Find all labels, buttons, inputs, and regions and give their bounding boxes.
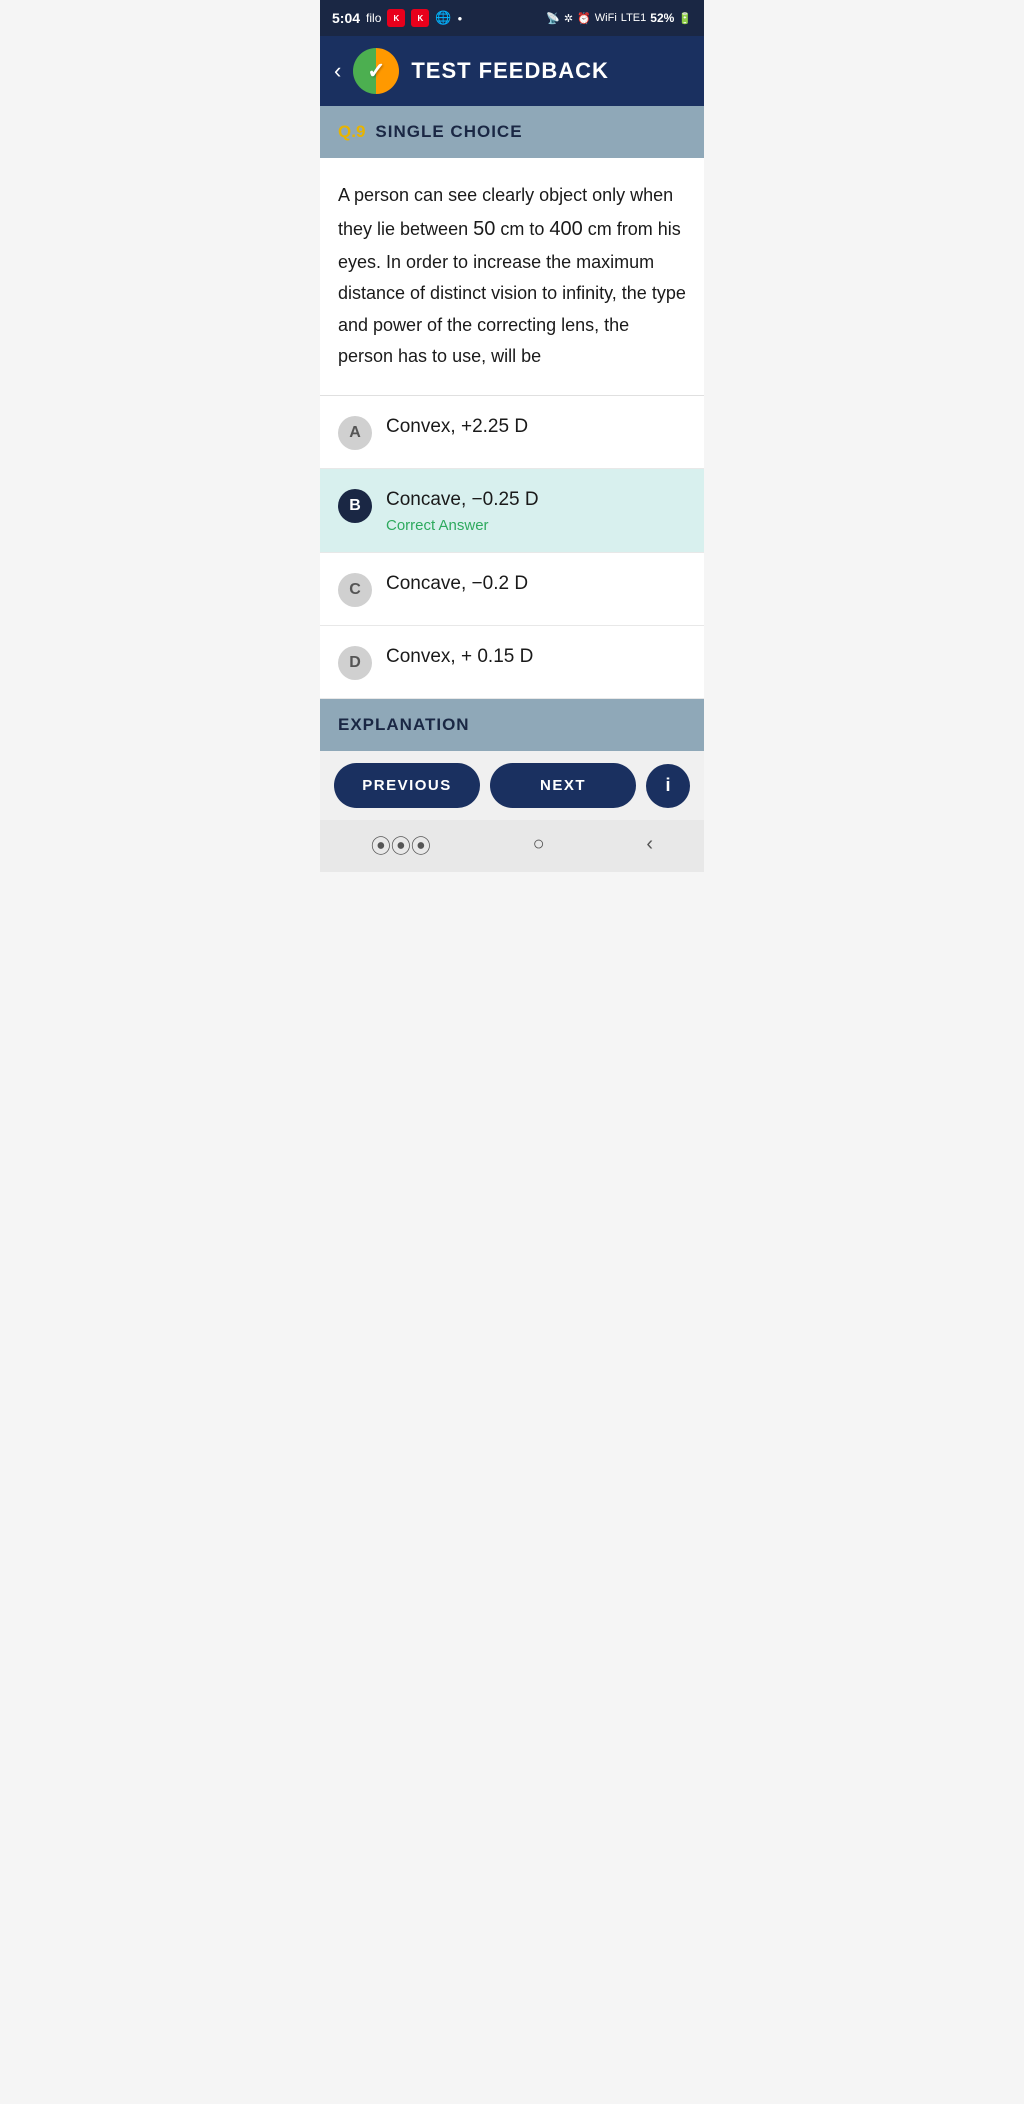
options-container: A Convex, +2.25 D B Concave, −0.25 D Cor…: [320, 396, 704, 700]
info-button[interactable]: i: [646, 764, 690, 808]
question-number: Q.9: [338, 122, 365, 142]
option-content-a: Convex, +2.25 D: [386, 414, 686, 441]
dot-indicator: •: [458, 11, 463, 26]
status-right: 📡 ✲ ⏰ WiFi LTE1 52% 🔋: [546, 11, 692, 25]
option-row-b[interactable]: B Concave, −0.25 D Correct Answer: [320, 469, 704, 554]
question-header: Q.9 SINGLE CHOICE: [320, 106, 704, 158]
question-type: SINGLE CHOICE: [375, 122, 522, 142]
back-system-icon[interactable]: ‹: [646, 833, 653, 856]
option-badge-b: B: [338, 489, 372, 523]
status-app-name: filo: [366, 11, 381, 25]
math-value-2: 400: [549, 218, 582, 240]
cast-icon: 📡: [546, 12, 560, 25]
checkmark-icon: ✓: [367, 58, 385, 84]
app-logo: ✓: [353, 48, 399, 94]
option-text-b: Concave, −0.25 D: [386, 487, 686, 514]
battery-percent: 52%: [650, 11, 674, 25]
option-badge-c: C: [338, 573, 372, 607]
option-row-d[interactable]: D Convex, + 0.15 D: [320, 626, 704, 699]
page-title: TEST FEEDBACK: [411, 58, 609, 84]
battery-icon: 🔋: [678, 12, 692, 25]
question-body: A person can see clearly object only whe…: [320, 158, 704, 396]
status-left: 5:04 filo K K 🌐 •: [332, 9, 462, 27]
status-time: 5:04: [332, 10, 360, 26]
alarm-icon: ⏰: [577, 12, 591, 25]
option-badge-a: A: [338, 416, 372, 450]
app-icon-1: K: [387, 9, 405, 27]
option-badge-d: D: [338, 646, 372, 680]
correct-answer-label: Correct Answer: [386, 517, 686, 534]
back-button[interactable]: ‹: [334, 60, 341, 82]
signal-icon: LTE1: [621, 12, 646, 24]
wifi-icon: WiFi: [595, 12, 617, 24]
app-header: ‹ ✓ TEST FEEDBACK: [320, 36, 704, 106]
math-value-1: 50: [473, 218, 495, 240]
option-text-a: Convex, +2.25 D: [386, 414, 686, 441]
explanation-title: EXPLANATION: [338, 715, 470, 734]
option-row-a[interactable]: A Convex, +2.25 D: [320, 396, 704, 469]
browser-icon: 🌐: [435, 10, 451, 26]
system-nav-bar: ⦿⦿⦿ ○ ‹: [320, 820, 704, 872]
option-content-d: Convex, + 0.15 D: [386, 644, 686, 671]
previous-button[interactable]: PREVIOUS: [334, 763, 480, 808]
option-content-b: Concave, −0.25 D Correct Answer: [386, 487, 686, 535]
option-text-d: Convex, + 0.15 D: [386, 644, 686, 671]
option-text-c: Concave, −0.2 D: [386, 571, 686, 598]
bottom-nav: PREVIOUS NEXT i: [320, 751, 704, 820]
next-button[interactable]: NEXT: [490, 763, 636, 808]
explanation-section: EXPLANATION: [320, 699, 704, 751]
recent-apps-icon[interactable]: ⦿⦿⦿: [371, 830, 431, 859]
option-content-c: Concave, −0.2 D: [386, 571, 686, 598]
status-bar: 5:04 filo K K 🌐 • 📡 ✲ ⏰ WiFi LTE1 52% 🔋: [320, 0, 704, 36]
home-icon[interactable]: ○: [533, 833, 545, 856]
app-icon-2: K: [411, 9, 429, 27]
bluetooth-icon: ✲: [564, 12, 573, 25]
option-row-c[interactable]: C Concave, −0.2 D: [320, 553, 704, 626]
